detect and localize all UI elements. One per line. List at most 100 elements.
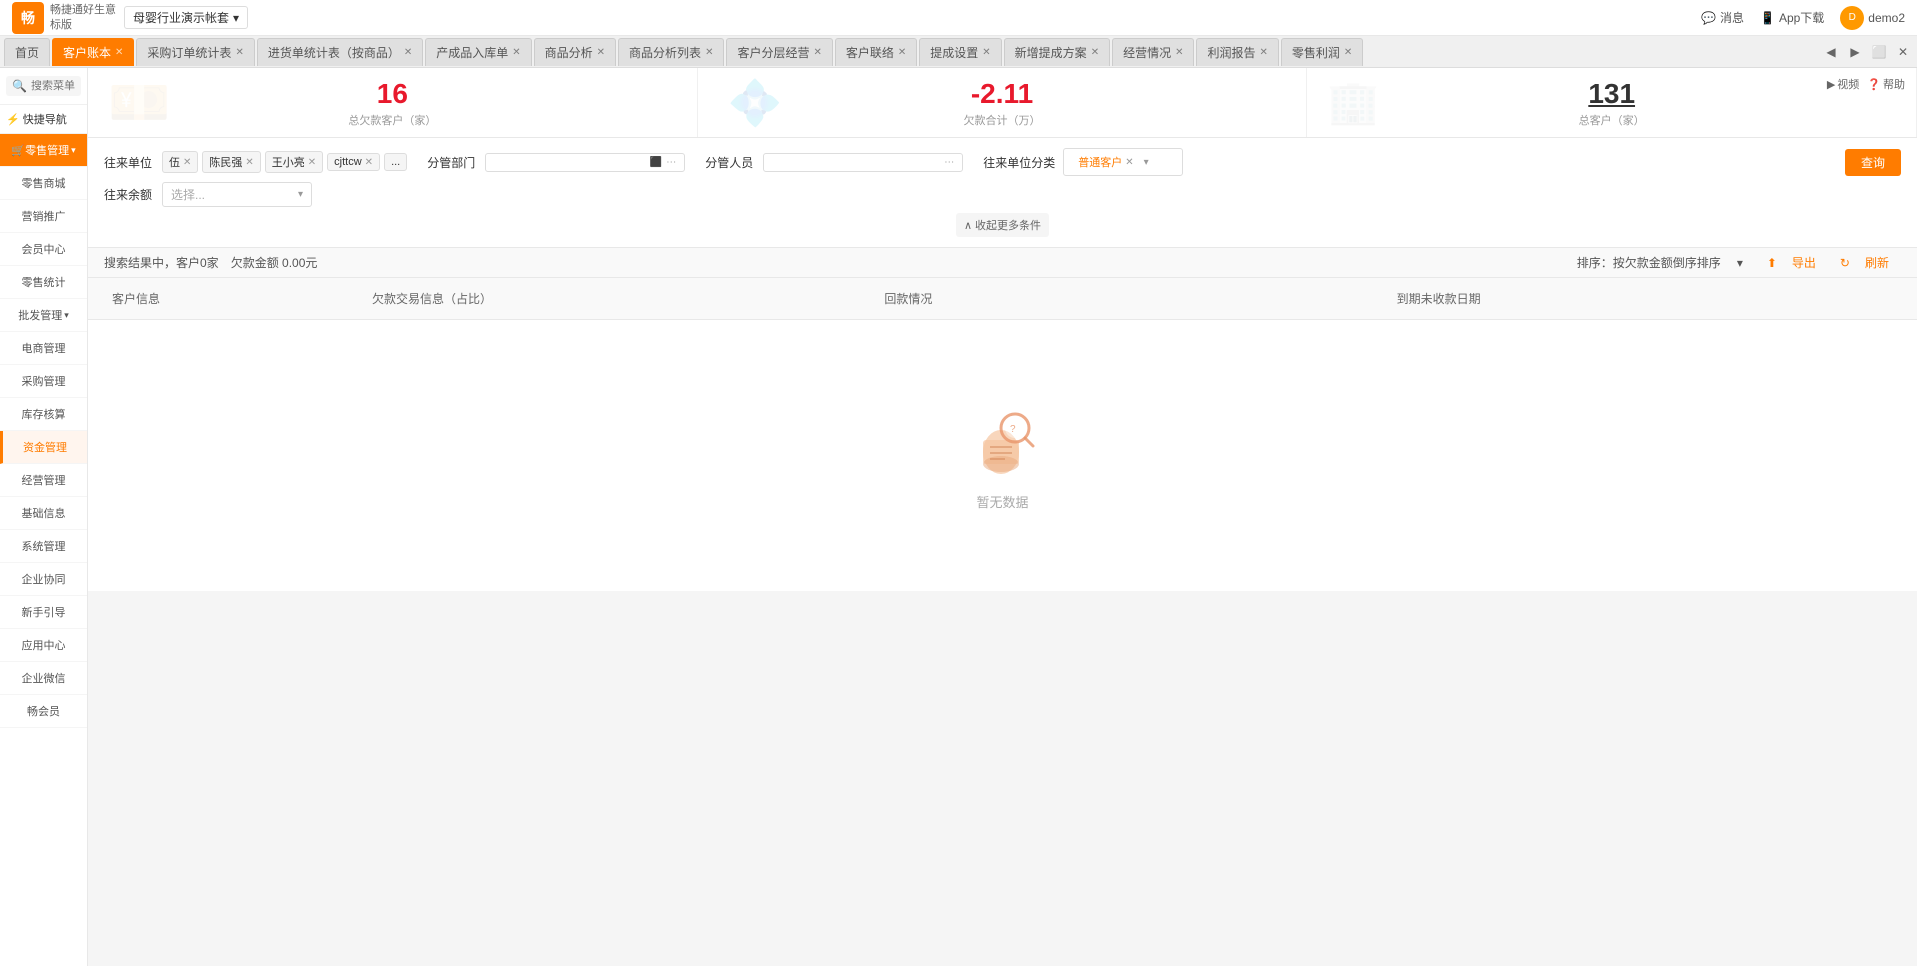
dept-select[interactable]: ⬛ ⋯ (485, 153, 685, 172)
tab-production[interactable]: 产成品入库单 ✕ (425, 38, 531, 66)
sidebar-item-retail-management[interactable]: 🛒 零售管理 ▾ (0, 134, 87, 167)
tab-purchase-stats[interactable]: 进货单统计表（按商品） ✕ (257, 38, 423, 66)
expand-dots-icon: ⋯ (944, 157, 954, 168)
dept-label: 分管部门 (427, 154, 477, 171)
logo-text: 畅捷通好生意 标版 (50, 3, 116, 32)
tab-product-analysis[interactable]: 商品分析 ✕ (534, 38, 616, 66)
tab-close-icon[interactable]: ✕ (1175, 47, 1183, 58)
tab-customer-contact[interactable]: 客户联络 ✕ (835, 38, 917, 66)
tab-prev-icon[interactable]: ◀ (1821, 42, 1841, 62)
app-download-button[interactable]: 📱 App下载 (1760, 9, 1824, 26)
sidebar-item-chang-member[interactable]: 畅会员 (0, 695, 87, 728)
tab-business-status[interactable]: 经营情况 ✕ (1112, 38, 1194, 66)
refresh-button[interactable]: ↻ 刷新 (1840, 254, 1901, 271)
sidebar-item-system[interactable]: 系统管理 (0, 530, 87, 563)
export-icon: ⬆ (1767, 256, 1777, 270)
sidebar-item-marketing[interactable]: 营销推广 (0, 200, 87, 233)
tag-close-icon[interactable]: ✕ (183, 157, 191, 168)
sidebar-item-operations[interactable]: 经营管理 (0, 464, 87, 497)
tab-retail-profit[interactable]: 零售利润 ✕ (1281, 38, 1363, 66)
stat-value-total-customers: 131 (1588, 78, 1635, 110)
unit-tag-more[interactable]: ... (384, 153, 407, 171)
unit-class-select[interactable]: 普通客户 ✕ ▾ (1063, 148, 1183, 176)
version-selector[interactable]: 母婴行业演示帐套 ▾ (124, 6, 248, 29)
tab-close-icon[interactable]: ✕ (1344, 47, 1352, 58)
sidebar-item-base-info[interactable]: 基础信息 (0, 497, 87, 530)
chevron-down-icon: ▾ (1144, 157, 1149, 168)
stat-label-total-customers: 总客户（家） (1579, 112, 1645, 128)
balance-label: 往来余额 (104, 186, 154, 203)
unit-tag-cjttcw: cjttcw ✕ (327, 153, 380, 171)
tab-next-icon[interactable]: ▶ (1845, 42, 1865, 62)
search-input[interactable] (31, 80, 75, 92)
tab-close-icon[interactable]: ✕ (597, 47, 605, 58)
tag-close-icon[interactable]: ✕ (245, 157, 253, 168)
tab-customer-tier[interactable]: 客户分层经营 ✕ (726, 38, 832, 66)
chevron-icon: ▾ (64, 310, 69, 321)
tag-close-icon[interactable]: ✕ (308, 157, 316, 168)
message-button[interactable]: 💬 消息 (1701, 9, 1744, 26)
tag-close-icon[interactable]: ✕ (1125, 157, 1133, 168)
sidebar-item-enterprise-collab[interactable]: 企业协同 (0, 563, 87, 596)
tab-close-icon[interactable]: ✕ (813, 47, 821, 58)
expand-icon: ⋯ (666, 157, 676, 168)
help-icon: ❓ (1867, 78, 1881, 91)
stat-actions: ▶ 视频 ❓ 帮助 (1827, 76, 1905, 92)
sidebar-item-app-center[interactable]: 应用中心 (0, 629, 87, 662)
help-button[interactable]: ❓ 帮助 (1867, 76, 1905, 92)
sidebar-item-retail-mall[interactable]: 零售商城 (0, 167, 87, 200)
sidebar-item-ecommerce[interactable]: 电商管理 (0, 332, 87, 365)
main-layout: 🔍 ⚡ 快捷导航 🛒 零售管理 ▾ 零售商城 营销推广 会员中心 零售统计 (0, 68, 1917, 966)
sidebar-item-wholesale[interactable]: 批发管理 ▾ (0, 299, 87, 332)
chevron-up-icon: ∧ (964, 219, 972, 232)
building-bg-icon: 🏢 (1327, 78, 1379, 127)
query-button[interactable]: 查询 (1845, 149, 1901, 176)
sidebar-item-enterprise-wechat[interactable]: 企业微信 (0, 662, 87, 695)
table-header: 客户信息 欠款交易信息（占比） 回款情况 到期未收款日期 (88, 278, 1917, 320)
tab-close-icon[interactable]: ✕ (404, 47, 412, 58)
tab-commission-settings[interactable]: 提成设置 ✕ (919, 38, 1001, 66)
header-right: 💬 消息 📱 App下载 D demo2 (1701, 6, 1905, 30)
tab-home[interactable]: 首页 (4, 38, 50, 66)
tab-close-all-icon[interactable]: ✕ (1893, 42, 1913, 62)
tab-close-icon[interactable]: ✕ (115, 47, 123, 58)
collapse-button[interactable]: ∧ 收起更多条件 (956, 213, 1049, 237)
tag-close-icon[interactable]: ✕ (365, 157, 373, 168)
video-button[interactable]: ▶ 视频 (1827, 76, 1859, 92)
tab-close-icon[interactable]: ✕ (898, 47, 906, 58)
unit-tag-chen: 陈民强 ✕ (202, 151, 260, 173)
user-menu[interactable]: D demo2 (1840, 6, 1905, 30)
tab-close-icon[interactable]: ✕ (1260, 47, 1268, 58)
tab-close-icon[interactable]: ✕ (235, 47, 243, 58)
export-button[interactable]: ⬆ 导出 (1767, 254, 1828, 271)
chevron-down-icon: ▾ (1737, 256, 1743, 270)
sidebar-item-purchase[interactable]: 采购管理 (0, 365, 87, 398)
tab-add-commission[interactable]: 新增提成方案 ✕ (1004, 38, 1110, 66)
content-area: 💴 16 总欠款客户（家） 💠 -2.11 欠款合计（万） 🏢 131 总客户（… (88, 68, 1917, 966)
sidebar-item-beginner-guide[interactable]: 新手引导 (0, 596, 87, 629)
chevron-down-icon: ▾ (233, 11, 239, 25)
sidebar: 🔍 ⚡ 快捷导航 🛒 零售管理 ▾ 零售商城 营销推广 会员中心 零售统计 (0, 68, 88, 966)
balance-select[interactable]: 选择... ▾ (162, 182, 312, 207)
result-amount: 欠款金额 0.00元 (231, 254, 318, 271)
sidebar-item-finance[interactable]: 资金管理 (0, 431, 87, 464)
tab-customer-ledger[interactable]: 客户账本 ✕ (52, 38, 134, 66)
tab-close-icon[interactable]: ✕ (982, 47, 990, 58)
tab-restore-icon[interactable]: ⬜ (1869, 42, 1889, 62)
tab-product-analysis-list[interactable]: 商品分析列表 ✕ (618, 38, 724, 66)
tab-profit-report[interactable]: 利润报告 ✕ (1196, 38, 1278, 66)
coin-bg-icon: 💴 (108, 73, 170, 132)
person-select[interactable]: ⋯ (763, 153, 963, 172)
tab-close-icon[interactable]: ✕ (512, 47, 520, 58)
chevron-icon: ▾ (71, 145, 76, 156)
result-actions: 排序：按欠款金额倒序排序 ▾ ⬆ 导出 ↻ 刷新 (1577, 254, 1901, 271)
sort-selector[interactable]: 排序：按欠款金额倒序排序 ▾ (1577, 254, 1755, 271)
sidebar-item-member-center[interactable]: 会员中心 (0, 233, 87, 266)
sidebar-item-inventory[interactable]: 库存核算 (0, 398, 87, 431)
tab-close-icon[interactable]: ✕ (1091, 47, 1099, 58)
tab-purchase-order[interactable]: 采购订单统计表 ✕ (136, 38, 254, 66)
sidebar-item-quick-nav[interactable]: ⚡ 快捷导航 (0, 105, 87, 134)
tab-close-icon[interactable]: ✕ (705, 47, 713, 58)
table-area: 客户信息 欠款交易信息（占比） 回款情况 到期未收款日期 (88, 278, 1917, 591)
sidebar-item-retail-stats[interactable]: 零售统计 (0, 266, 87, 299)
